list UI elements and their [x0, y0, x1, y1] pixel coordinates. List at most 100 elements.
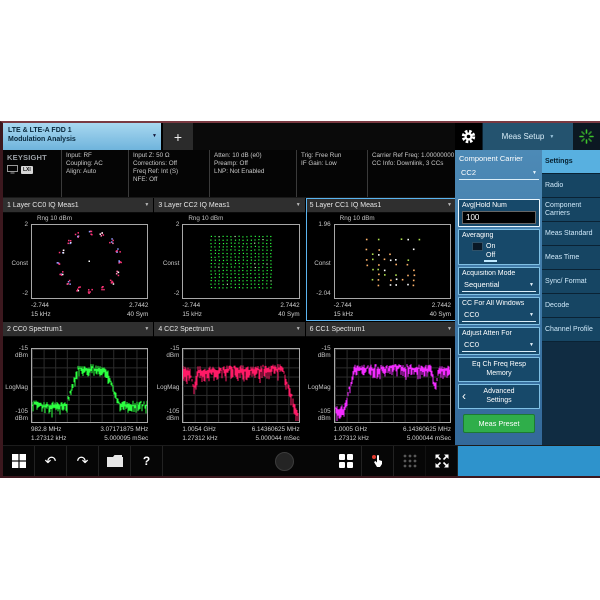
help-button[interactable]: ? [131, 446, 163, 476]
windows-start-button[interactable] [3, 446, 35, 476]
window-title-bar[interactable]: 5 Layer CC1 IQ Meas1 ▼ [305, 198, 456, 213]
window-title-bar[interactable]: 6 CC1 Spectrum1 ▼ [305, 322, 456, 337]
advanced-settings-line1: Advanced [483, 388, 515, 395]
window-4-spectrum: 4 CC2 Spectrum1 ▼ -15 dBm LogMag -105 dB… [154, 322, 305, 445]
tab-meas-standard[interactable]: Meas Standard [542, 222, 600, 246]
component-carrier-dropdown[interactable]: CC2 ▼ [459, 167, 539, 180]
y-axis-ref: -15 [321, 345, 331, 352]
system-settings-button[interactable] [455, 123, 482, 150]
touch-mode-button[interactable] [362, 446, 394, 476]
tab-meas-time[interactable]: Meas Time [542, 246, 600, 270]
redo-button[interactable]: ↷ [67, 446, 99, 476]
chevron-down-icon: ▼ [447, 202, 452, 208]
plot-area[interactable]: Rng 10 dBm 1.96 Const -2.04 -2.744 2.7442… [306, 213, 456, 321]
y-axis-unit: dBm [166, 415, 180, 422]
add-tab-button[interactable]: + [161, 123, 193, 150]
grid-view-button[interactable] [394, 446, 426, 476]
advanced-settings-button[interactable]: ‹ Advanced Settings [458, 384, 540, 409]
tab-decode[interactable]: Decode [542, 294, 600, 318]
adjust-atten-value: CC0 [464, 340, 480, 349]
fullscreen-button[interactable] [426, 446, 458, 476]
y-axis-min: -2 [22, 290, 28, 297]
adjust-atten-label: Adjust Atten For [462, 330, 512, 337]
file-explorer-button[interactable] [99, 446, 131, 476]
fullscreen-icon [435, 454, 448, 468]
meas-setup-menu-button[interactable]: Meas Setup ▼ [482, 123, 573, 150]
x-axis-min: -2.744 [31, 302, 49, 309]
range-annotation: Rng 10 dBm [339, 215, 375, 222]
acquisition-mode-dropdown[interactable]: Sequential ▼ [462, 279, 536, 292]
window-title-bar[interactable]: 1 Layer CC0 IQ Meas1 ▼ [3, 198, 154, 213]
analyzer-screen: LTE & LTE-A FDD 1 Modulation Analysis ▼ … [0, 121, 600, 478]
undo-button[interactable]: ↶ [35, 446, 67, 476]
window-title: 4 CC2 Spectrum1 [158, 325, 214, 333]
cc-all-windows-dropdown[interactable]: CC0 ▼ [462, 309, 536, 322]
averaging-off-label: Off [484, 252, 498, 262]
graph-box [333, 224, 451, 299]
window-title-bar[interactable]: 3 Layer CC2 IQ Meas1 ▼ [154, 198, 305, 213]
status-col-trigger: Trig: Free Run IF Gain: Low [296, 150, 367, 197]
keysight-taskbar-logo [275, 451, 294, 471]
x-axis-info-right: 40 Sym [429, 311, 451, 318]
cc-all-windows-control: CC For All Windows CC0 ▼ [458, 297, 540, 325]
tab-radio[interactable]: Radio [542, 174, 600, 198]
x-axis-info-left: 15 kHz [182, 311, 202, 318]
meas-setup-panel: Component Carrier CC2 ▼ Avg|Hold Num 100… [455, 150, 600, 445]
adjust-atten-dropdown[interactable]: CC0 ▼ [462, 339, 536, 352]
averaging-on-option[interactable]: On [462, 241, 536, 251]
tab-sync-format[interactable]: Sync/ Format [542, 270, 600, 294]
taskbar-right-icons [330, 446, 458, 476]
y-axis-min: -105 [15, 408, 28, 415]
eq-ch-freq-resp-button[interactable]: Eq Ch Freq Resp Memory [458, 357, 540, 382]
status-col-carrier: Carrier Ref Freq: 1.00000000 GHz CC Info… [367, 150, 456, 197]
tab-line2: Modulation Analysis [8, 135, 76, 143]
status-col-input: Input: RF Coupling: AC Align: Auto [61, 150, 128, 197]
graph-box [31, 348, 149, 423]
chevron-down-icon: ▼ [549, 133, 555, 140]
cc-all-windows-value: CC0 [464, 310, 480, 319]
x-axis-rbw: 1.27312 kHz [31, 435, 67, 442]
status-col-impedance: Input Z: 50 Ω Corrections: Off Freq Ref:… [128, 150, 209, 197]
y-axis-label: Const [11, 260, 28, 267]
meas-preset-button[interactable]: Meas Preset [463, 414, 535, 433]
window-title-bar[interactable]: 2 CC0 Spectrum1 ▼ [3, 322, 154, 337]
busy-indicator [573, 123, 600, 150]
avghold-num-label: Avg|Hold Num [462, 202, 507, 209]
avghold-num-input[interactable]: 100 [462, 211, 536, 224]
windows-icon [11, 454, 26, 468]
y-axis-unit: dBm [317, 415, 331, 422]
x-axis-max: 2.7442 [280, 302, 300, 309]
undo-icon: ↶ [44, 452, 57, 469]
x-axis-info-right: 40 Sym [126, 311, 149, 318]
y-axis-label: Const [314, 260, 331, 267]
screenshot-stage: LTE & LTE-A FDD 1 Modulation Analysis ▼ … [0, 0, 600, 600]
x-axis-max: 2.7442 [431, 302, 451, 309]
chevron-left-icon: ‹ [462, 388, 466, 403]
plot-area[interactable]: Rng 10 dBm 2 Const -2 -2.744 2.7442 15 kH… [154, 213, 304, 321]
tab-bar-right: Meas Setup ▼ [455, 123, 600, 150]
plot-area[interactable]: Rng 10 dBm 2 Const -2 -2.744 2.7442 15 kH… [3, 213, 153, 321]
plot-area[interactable]: -15 dBm LogMag -105 dBm 982.8 MHz 3.07171… [3, 337, 153, 445]
x-axis-rbw: 1.27312 kHz [182, 435, 218, 442]
plot-area[interactable]: -15 dBm LogMag -105 dBm 1.0054 GHz 6.1436… [154, 337, 304, 445]
component-carrier-label: Component Carrier [459, 154, 523, 163]
meas-setup-controls: Component Carrier CC2 ▼ Avg|Hold Num 100… [455, 150, 542, 445]
window-title-bar[interactable]: 4 CC2 Spectrum1 ▼ [154, 322, 305, 337]
chevron-down-icon: ▼ [447, 326, 452, 332]
y-axis-label: LogMag [307, 384, 331, 391]
measurement-tab[interactable]: LTE & LTE-A FDD 1 Modulation Analysis ▼ [3, 123, 161, 150]
tab-settings[interactable]: Settings [542, 150, 600, 174]
chevron-down-icon: ▼ [529, 341, 534, 348]
averaging-off-option[interactable]: Off [462, 251, 536, 262]
y-axis-min: -2 [173, 290, 180, 297]
tab-channel-profile[interactable]: Channel Profile [542, 318, 600, 342]
x-axis-span: 3.07171875 MHz [100, 426, 149, 433]
range-annotation: Rng 10 dBm [188, 215, 224, 222]
window-1-iq-meas: 1 Layer CC0 IQ Meas1 ▼ Rng 10 dBm 2 Cons… [3, 198, 154, 321]
chevron-down-icon: ▼ [295, 326, 301, 332]
tab-component-carriers[interactable]: Component Carriers [542, 198, 600, 222]
window-layout-button[interactable] [330, 446, 362, 476]
monitor-icon [7, 165, 18, 174]
avghold-num-control: Avg|Hold Num 100 [458, 199, 540, 227]
plot-area[interactable]: -15 dBm LogMag -105 dBm 1.0005 GHz 6.1436… [306, 337, 456, 445]
